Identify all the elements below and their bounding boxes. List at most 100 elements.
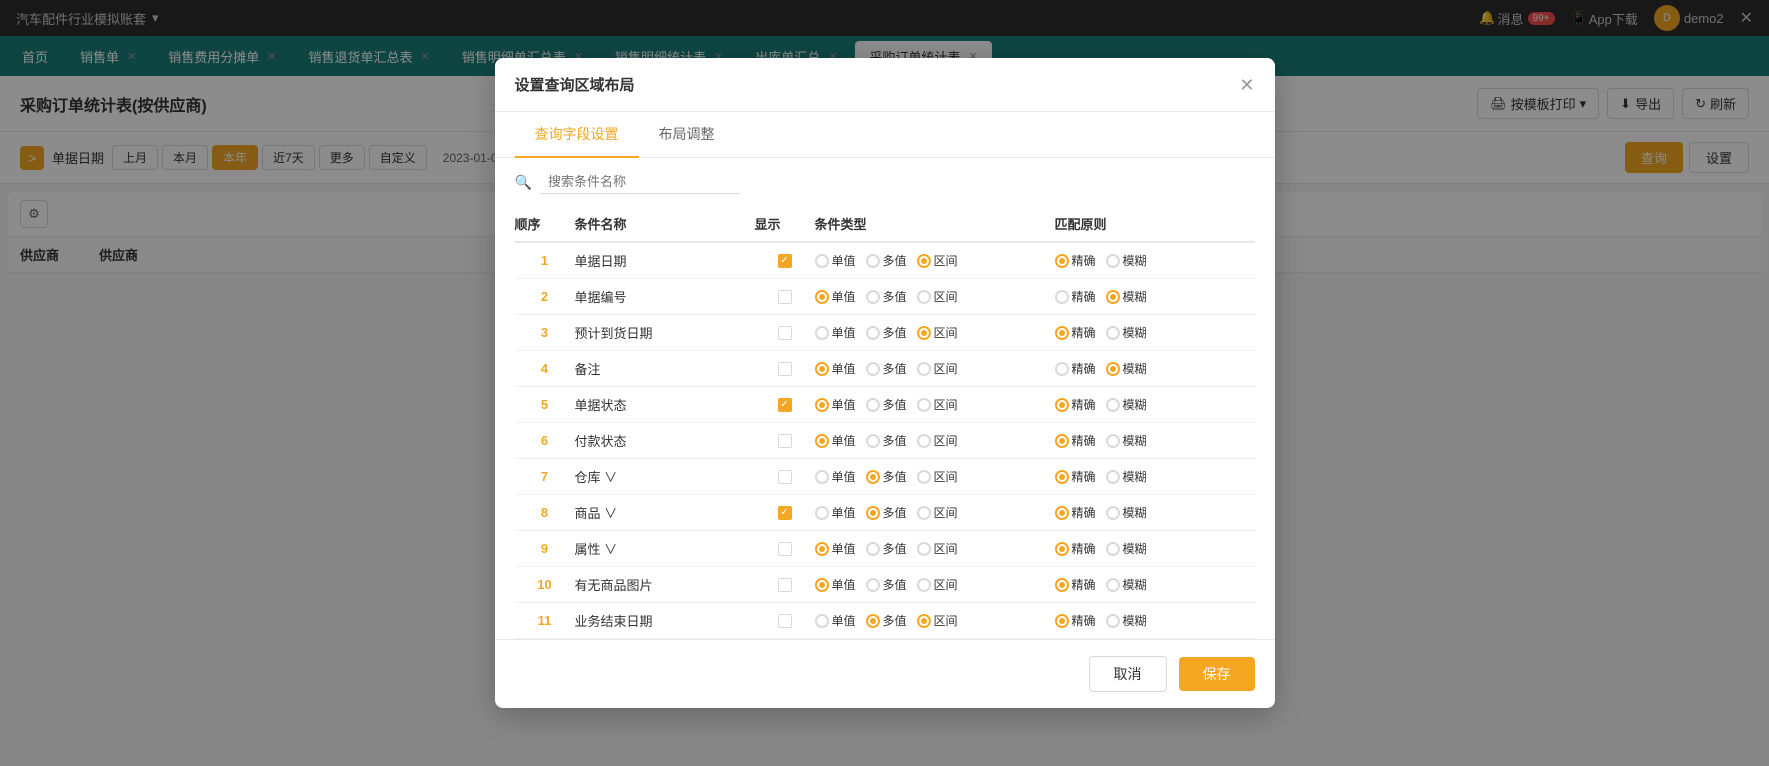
table-row: 11 业务结束日期 单值 多值 区间 xyxy=(515,603,1255,639)
checkbox-icon[interactable] xyxy=(778,614,792,628)
row-display-checkbox[interactable] xyxy=(755,254,815,268)
radio-single[interactable]: 单值 xyxy=(815,252,856,269)
radio-circle-fuzzy xyxy=(1106,254,1120,268)
radio-fuzzy[interactable]: 模糊 xyxy=(1106,288,1147,305)
row-display-checkbox[interactable] xyxy=(755,578,815,592)
checkbox-icon[interactable] xyxy=(778,362,792,376)
radio-single-label: 单值 xyxy=(832,252,856,269)
radio-precise-label: 精确 xyxy=(1072,360,1096,377)
search-input[interactable] xyxy=(540,170,740,194)
radio-single[interactable]: 单值 xyxy=(815,288,856,305)
radio-fuzzy[interactable]: 模糊 xyxy=(1106,576,1147,593)
checkbox-icon[interactable] xyxy=(778,434,792,448)
radio-multi[interactable]: 多值 xyxy=(866,576,907,593)
radio-circle-precise xyxy=(1055,254,1069,268)
radio-range[interactable]: 区间 xyxy=(917,504,958,521)
radio-single[interactable]: 单值 xyxy=(815,468,856,485)
radio-multi[interactable]: 多值 xyxy=(866,540,907,557)
checkbox-icon[interactable] xyxy=(778,506,792,520)
radio-multi[interactable]: 多值 xyxy=(866,324,907,341)
radio-single[interactable]: 单值 xyxy=(815,396,856,413)
radio-precise[interactable]: 精确 xyxy=(1055,540,1096,557)
radio-precise[interactable]: 精确 xyxy=(1055,576,1096,593)
radio-precise-label: 精确 xyxy=(1072,540,1096,557)
radio-range[interactable]: 区间 xyxy=(917,468,958,485)
modal-close-btn[interactable]: ✕ xyxy=(1239,76,1254,94)
radio-single[interactable]: 单值 xyxy=(815,360,856,377)
radio-multi[interactable]: 多值 xyxy=(866,360,907,377)
radio-multi[interactable]: 多值 xyxy=(866,468,907,485)
checkbox-icon[interactable] xyxy=(778,290,792,304)
radio-fuzzy[interactable]: 模糊 xyxy=(1106,540,1147,557)
radio-precise[interactable]: 精确 xyxy=(1055,612,1096,629)
radio-precise[interactable]: 精确 xyxy=(1055,252,1096,269)
radio-precise[interactable]: 精确 xyxy=(1055,504,1096,521)
radio-precise[interactable]: 精确 xyxy=(1055,288,1096,305)
radio-fuzzy[interactable]: 模糊 xyxy=(1106,396,1147,413)
radio-range-label: 区间 xyxy=(934,612,958,629)
row-display-checkbox[interactable] xyxy=(755,506,815,520)
checkbox-icon[interactable] xyxy=(778,578,792,592)
radio-precise[interactable]: 精确 xyxy=(1055,360,1096,377)
row-display-checkbox[interactable] xyxy=(755,398,815,412)
checkbox-icon[interactable] xyxy=(778,470,792,484)
radio-range[interactable]: 区间 xyxy=(917,576,958,593)
radio-range[interactable]: 区间 xyxy=(917,396,958,413)
radio-precise[interactable]: 精确 xyxy=(1055,324,1096,341)
radio-range[interactable]: 区间 xyxy=(917,360,958,377)
radio-range-label: 区间 xyxy=(934,468,958,485)
cancel-btn[interactable]: 取消 xyxy=(1089,656,1167,692)
radio-multi[interactable]: 多值 xyxy=(866,504,907,521)
row-display-checkbox[interactable] xyxy=(755,614,815,628)
radio-multi[interactable]: 多值 xyxy=(866,288,907,305)
radio-single[interactable]: 单值 xyxy=(815,324,856,341)
radio-single[interactable]: 单值 xyxy=(815,540,856,557)
radio-fuzzy[interactable]: 模糊 xyxy=(1106,612,1147,629)
row-display-checkbox[interactable] xyxy=(755,362,815,376)
radio-fuzzy[interactable]: 模糊 xyxy=(1106,504,1147,521)
radio-range[interactable]: 区间 xyxy=(917,432,958,449)
radio-multi[interactable]: 多值 xyxy=(866,432,907,449)
row-display-checkbox[interactable] xyxy=(755,326,815,340)
checkbox-icon[interactable] xyxy=(778,326,792,340)
radio-single[interactable]: 单值 xyxy=(815,432,856,449)
radio-multi[interactable]: 多值 xyxy=(866,396,907,413)
row-display-checkbox[interactable] xyxy=(755,290,815,304)
row-order: 3 xyxy=(515,325,575,340)
radio-multi[interactable]: 多值 xyxy=(866,252,907,269)
radio-circle-multi xyxy=(866,290,880,304)
radio-circle-multi xyxy=(866,362,880,376)
radio-range[interactable]: 区间 xyxy=(917,540,958,557)
checkbox-icon[interactable] xyxy=(778,542,792,556)
radio-precise[interactable]: 精确 xyxy=(1055,396,1096,413)
radio-single[interactable]: 单值 xyxy=(815,612,856,629)
radio-range[interactable]: 区间 xyxy=(917,324,958,341)
radio-multi[interactable]: 多值 xyxy=(866,612,907,629)
radio-fuzzy[interactable]: 模糊 xyxy=(1106,360,1147,377)
radio-precise[interactable]: 精确 xyxy=(1055,432,1096,449)
radio-range[interactable]: 区间 xyxy=(917,288,958,305)
row-display-checkbox[interactable] xyxy=(755,434,815,448)
row-display-checkbox[interactable] xyxy=(755,542,815,556)
row-display-checkbox[interactable] xyxy=(755,470,815,484)
radio-fuzzy[interactable]: 模糊 xyxy=(1106,252,1147,269)
radio-single[interactable]: 单值 xyxy=(815,576,856,593)
save-btn[interactable]: 保存 xyxy=(1179,657,1255,691)
radio-single[interactable]: 单值 xyxy=(815,504,856,521)
radio-circle-single xyxy=(815,362,829,376)
modal-header: 设置查询区域布局 ✕ xyxy=(495,58,1275,112)
radio-range[interactable]: 区间 xyxy=(917,252,958,269)
checkbox-icon[interactable] xyxy=(778,398,792,412)
row-condition-type: 单值 多值 区间 xyxy=(815,468,1055,485)
radio-fuzzy[interactable]: 模糊 xyxy=(1106,468,1147,485)
radio-fuzzy[interactable]: 模糊 xyxy=(1106,432,1147,449)
checkbox-icon[interactable] xyxy=(778,254,792,268)
radio-range[interactable]: 区间 xyxy=(917,612,958,629)
modal-tab-query-fields[interactable]: 查询字段设置 xyxy=(515,112,639,158)
radio-fuzzy[interactable]: 模糊 xyxy=(1106,324,1147,341)
radio-multi-label: 多值 xyxy=(883,540,907,557)
modal-tab-layout[interactable]: 布局调整 xyxy=(639,112,735,158)
radio-circle-precise xyxy=(1055,326,1069,340)
radio-range-label: 区间 xyxy=(934,576,958,593)
radio-precise[interactable]: 精确 xyxy=(1055,468,1096,485)
